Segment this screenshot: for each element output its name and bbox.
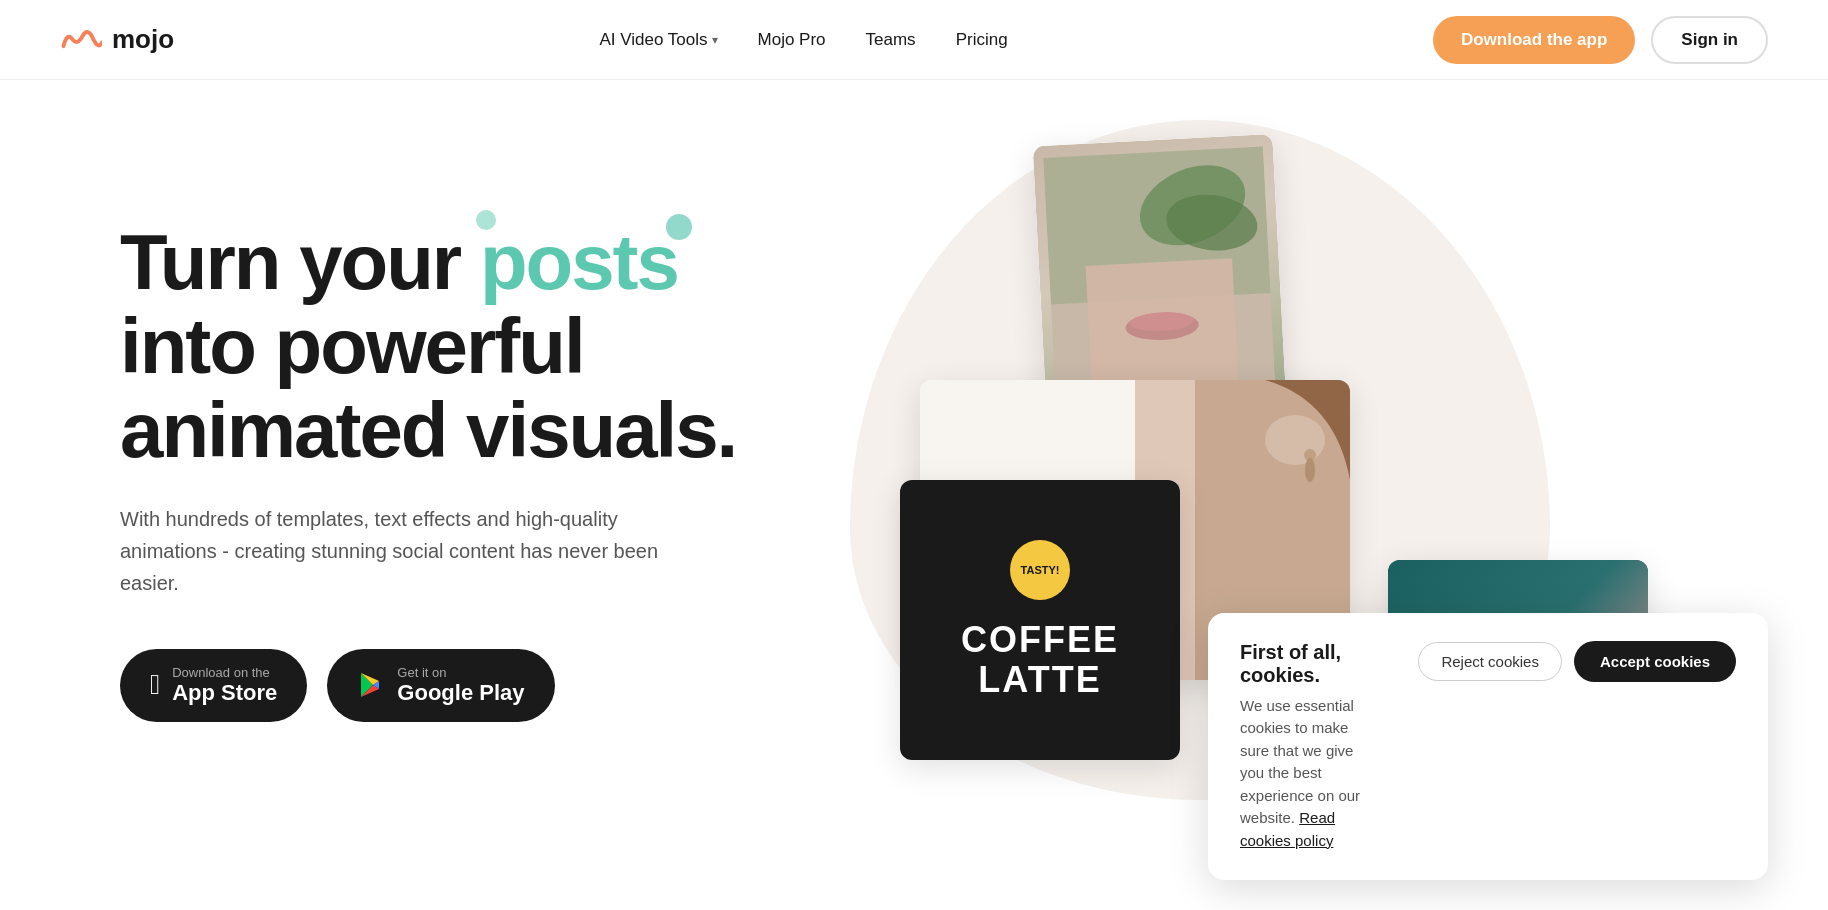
cookie-content: First of all, cookies. We use essential … [1240, 641, 1736, 853]
google-play-big-text: Google Play [397, 680, 524, 706]
app-store-button[interactable]:  Download on the App Store [120, 649, 307, 722]
cookie-title: First of all, cookies. [1240, 641, 1378, 687]
nav-ai-tools[interactable]: AI Video Tools ▾ [599, 30, 717, 50]
coffee-title: COFFEELATTE [961, 620, 1119, 699]
logo-text: mojo [112, 24, 174, 55]
logo-icon [60, 26, 102, 54]
nav-mojo-pro[interactable]: Mojo Pro [758, 30, 826, 50]
google-play-icon [357, 671, 385, 699]
svg-point-13 [1265, 415, 1325, 465]
cookie-text-area: First of all, cookies. We use essential … [1240, 641, 1378, 853]
header: mojo AI Video Tools ▾ Mojo Pro Teams Pri… [0, 0, 1828, 80]
chevron-down-icon: ▾ [712, 33, 718, 47]
main-nav: AI Video Tools ▾ Mojo Pro Teams Pricing [599, 30, 1007, 50]
apple-icon:  [150, 671, 160, 699]
cookie-banner: First of all, cookies. We use essential … [1208, 613, 1768, 881]
google-play-button[interactable]: Get it on Google Play [327, 649, 554, 722]
cta-buttons:  Download on the App Store Get it on Go… [120, 649, 800, 722]
app-store-small-text: Download on the [172, 665, 270, 680]
google-play-small-text: Get it on [397, 665, 446, 680]
accept-cookies-button[interactable]: Accept cookies [1574, 641, 1736, 682]
cookie-description: We use essential cookies to make sure th… [1240, 695, 1378, 853]
coffee-badge: TASTY! [1010, 540, 1070, 600]
nav-pricing[interactable]: Pricing [956, 30, 1008, 50]
app-store-big-text: App Store [172, 680, 277, 706]
download-app-button[interactable]: Download the app [1433, 16, 1635, 64]
nav-actions: Download the app Sign in [1433, 16, 1768, 64]
signin-button[interactable]: Sign in [1651, 16, 1768, 64]
card-coffee: TASTY! COFFEELATTE [900, 480, 1180, 760]
hero-content: Turn your posts into powerfulanimated vi… [120, 140, 800, 722]
headline-highlight: posts [480, 218, 678, 306]
hero-headline: Turn your posts into powerfulanimated vi… [120, 220, 800, 473]
nav-teams[interactable]: Teams [866, 30, 916, 50]
logo-area[interactable]: mojo [60, 24, 174, 55]
hero-subtext: With hundreds of templates, text effects… [120, 503, 700, 599]
reject-cookies-button[interactable]: Reject cookies [1418, 642, 1562, 681]
svg-point-15 [1305, 458, 1315, 482]
cookie-actions: Reject cookies Accept cookies [1418, 641, 1736, 682]
